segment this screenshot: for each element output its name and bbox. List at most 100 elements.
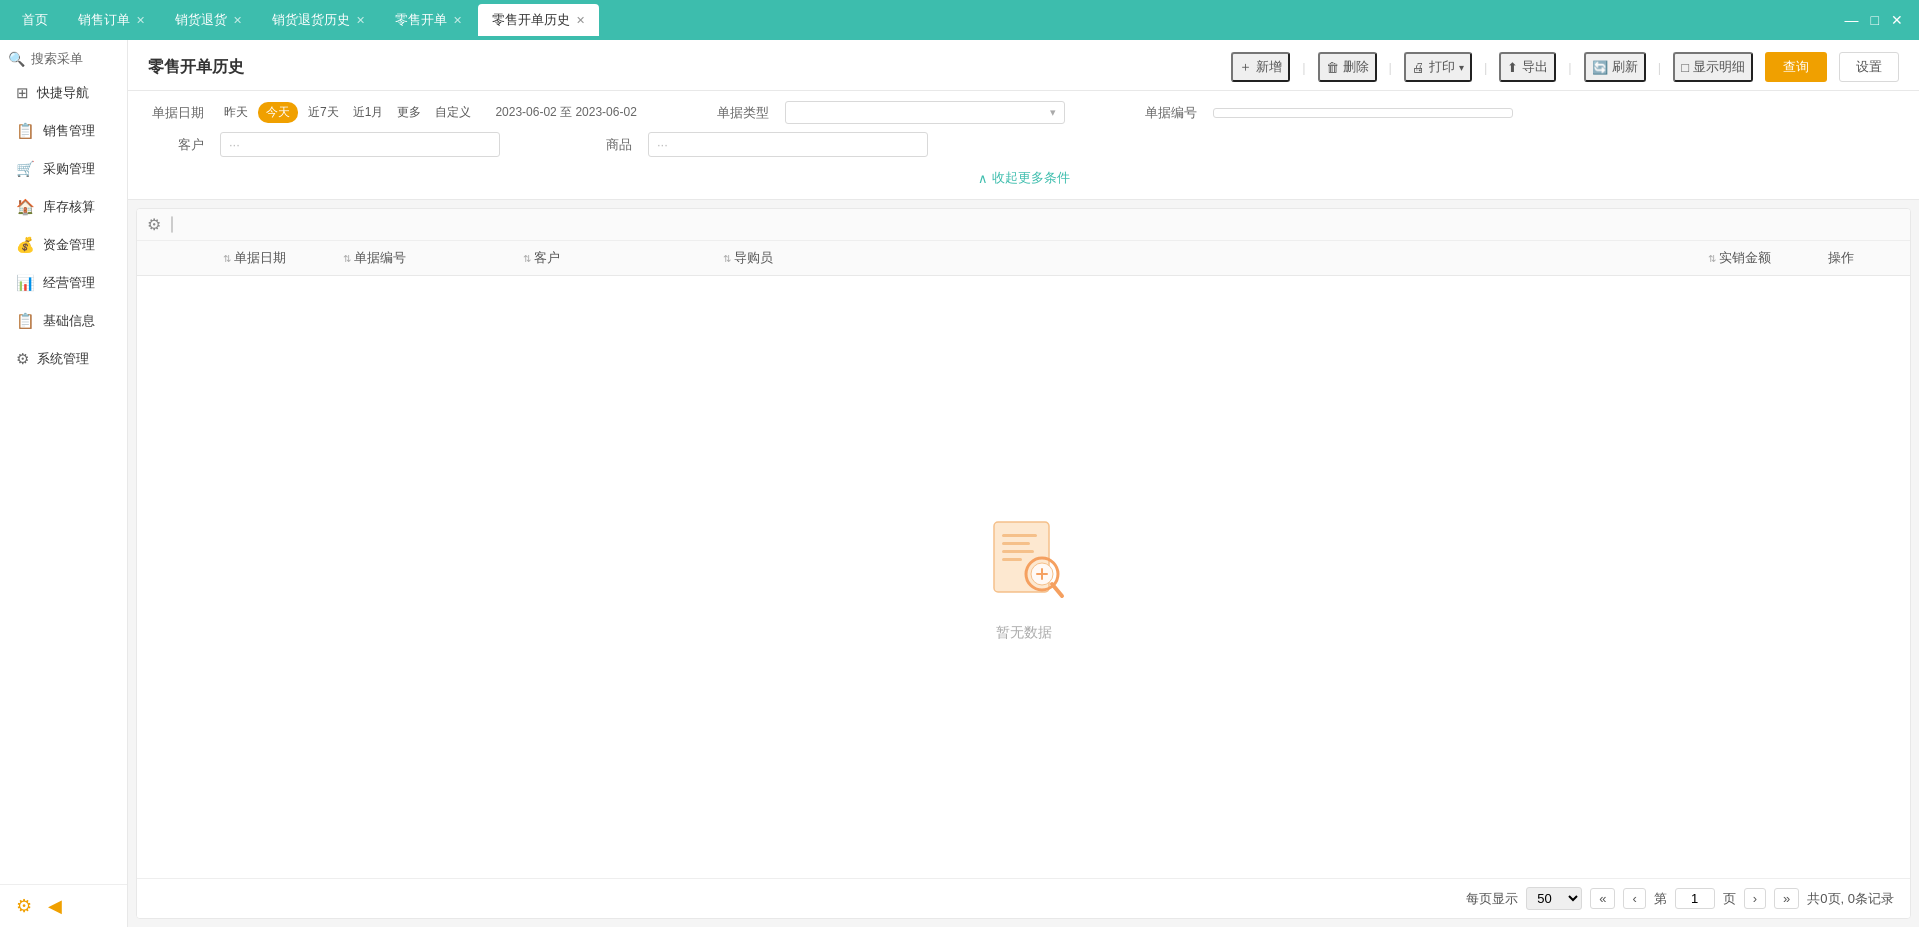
finance-icon: 💰: [16, 236, 35, 254]
first-page-btn[interactable]: «: [1590, 888, 1615, 909]
svg-rect-3: [1002, 550, 1034, 553]
purchase-mgmt-icon: 🛒: [16, 160, 35, 178]
refresh-label: 刷新: [1612, 58, 1638, 76]
sidebar-item-quick-nav[interactable]: ⊞ 快捷导航: [0, 74, 127, 112]
display-detail-button[interactable]: □ 显示明细: [1673, 52, 1753, 82]
tab-sales-return[interactable]: 销货退货 ✕: [161, 4, 256, 36]
sidebar-search-label: 搜索采单: [31, 50, 83, 68]
filter-row-1: 单据日期 昨天 今天 近7天 近1月 更多 自定义 2023-06-02 至 2…: [148, 101, 1899, 124]
empty-state: 暂无数据: [137, 276, 1910, 878]
date-opt-today[interactable]: 今天: [258, 102, 298, 123]
tab-retail-history[interactable]: 零售开单历史 ✕: [478, 4, 599, 36]
refresh-button[interactable]: 🔄 刷新: [1584, 52, 1646, 82]
empty-illustration: [974, 512, 1074, 612]
date-options: 昨天 今天 近7天 近1月 更多 自定义: [220, 102, 475, 123]
prev-page-btn[interactable]: ‹: [1623, 888, 1645, 909]
filter-row-2: 客户 ··· 商品 ···: [148, 132, 1899, 157]
th-spacer: [837, 241, 1702, 275]
sidebar: 🔍 搜索采单 ⊞ 快捷导航 📋 销售管理 🛒 采购管理 🏠 库存核算 💰 资金管…: [0, 40, 128, 927]
th-action: 操作: [1822, 241, 1902, 275]
search-icon: 🔍: [8, 51, 25, 67]
sidebar-item-purchase-mgmt[interactable]: 🛒 采购管理: [0, 150, 127, 188]
query-button[interactable]: 查询: [1765, 52, 1827, 82]
svg-rect-4: [1002, 558, 1022, 561]
filter-area: 单据日期 昨天 今天 近7天 近1月 更多 自定义 2023-06-02 至 2…: [128, 91, 1919, 200]
top-nav-bar: 首页 销售订单 ✕ 销货退货 ✕ 销货退货历史 ✕ 零售开单 ✕ 零售开单历史 …: [0, 0, 1919, 40]
th-date[interactable]: ⇅ 单据日期: [217, 241, 337, 275]
sales-mgmt-icon: 📋: [16, 122, 35, 140]
export-label: 导出: [1522, 58, 1548, 76]
toolbar-checkbox[interactable]: [171, 217, 173, 232]
tab-sales-return-close[interactable]: ✕: [233, 14, 242, 27]
divider1: |: [1302, 60, 1305, 75]
sidebar-search[interactable]: 🔍 搜索采单: [0, 40, 127, 74]
doctype-dropdown-icon: ▾: [1050, 106, 1056, 119]
print-dropdown-icon: ▾: [1459, 62, 1464, 73]
add-button[interactable]: ＋ 新增: [1231, 52, 1290, 82]
goods-placeholder: ···: [657, 137, 668, 152]
th-customer[interactable]: ⇅ 客户: [517, 241, 717, 275]
date-opt-last7[interactable]: 近7天: [304, 102, 343, 123]
date-opt-more[interactable]: 更多: [393, 102, 425, 123]
sidebar-item-inventory-label: 库存核算: [43, 198, 95, 216]
th-salesperson[interactable]: ⇅ 导购员: [717, 241, 837, 275]
tab-retail-open[interactable]: 零售开单 ✕: [381, 4, 476, 36]
docno-input[interactable]: [1213, 108, 1513, 118]
doctype-select[interactable]: ▾: [785, 101, 1065, 124]
nav-tabs: 首页 销售订单 ✕ 销货退货 ✕ 销货退货历史 ✕ 零售开单 ✕ 零售开单历史 …: [8, 4, 1845, 36]
sidebar-item-finance-label: 资金管理: [43, 236, 95, 254]
collapse-btn[interactable]: ∧ 收起更多条件: [148, 165, 1899, 195]
page-size-label: 每页显示: [1466, 890, 1518, 908]
th-no[interactable]: ⇅ 单据编号: [337, 241, 517, 275]
sidebar-item-basic-info-label: 基础信息: [43, 312, 95, 330]
customer-placeholder: ···: [229, 137, 240, 152]
sidebar-item-inventory[interactable]: 🏠 库存核算: [0, 188, 127, 226]
export-button[interactable]: ⬆ 导出: [1499, 52, 1556, 82]
close-btn[interactable]: ✕: [1891, 12, 1903, 28]
date-opt-yesterday[interactable]: 昨天: [220, 102, 252, 123]
tab-sales-return-history-close[interactable]: ✕: [356, 14, 365, 27]
sidebar-item-quick-nav-label: 快捷导航: [37, 84, 89, 102]
sidebar-item-operations-label: 经营管理: [43, 274, 95, 292]
date-opt-last1month[interactable]: 近1月: [349, 102, 388, 123]
display-label: 显示明细: [1693, 58, 1745, 76]
tab-sales-order[interactable]: 销售订单 ✕: [64, 4, 159, 36]
sidebar-item-sales-mgmt[interactable]: 📋 销售管理: [0, 112, 127, 150]
print-button[interactable]: 🖨 打印 ▾: [1404, 52, 1472, 82]
sys-mgmt-icon: ⚙: [16, 350, 29, 368]
page-size-select[interactable]: 50 20 100: [1526, 887, 1582, 910]
sidebar-collapse-icon[interactable]: ◀: [48, 895, 62, 917]
divider4: |: [1568, 60, 1571, 75]
minimize-btn[interactable]: —: [1845, 12, 1859, 28]
goods-input[interactable]: ···: [648, 132, 928, 157]
setting-button[interactable]: 设置: [1839, 52, 1899, 82]
sidebar-item-operations[interactable]: 📊 经营管理: [0, 264, 127, 302]
tab-sales-order-close[interactable]: ✕: [136, 14, 145, 27]
svg-line-7: [1052, 584, 1062, 596]
tab-sales-return-history[interactable]: 销货退货历史 ✕: [258, 4, 379, 36]
sidebar-item-finance[interactable]: 💰 资金管理: [0, 226, 127, 264]
tab-retail-open-close[interactable]: ✕: [453, 14, 462, 27]
divider5: |: [1658, 60, 1661, 75]
th-date-sort-icon: ⇅: [223, 253, 231, 264]
customer-input[interactable]: ···: [220, 132, 500, 157]
tab-home[interactable]: 首页: [8, 4, 62, 36]
date-opt-custom[interactable]: 自定义: [431, 102, 475, 123]
sidebar-item-sys-mgmt[interactable]: ⚙ 系统管理: [0, 340, 127, 378]
tab-retail-history-label: 零售开单历史: [492, 11, 570, 29]
sidebar-item-basic-info[interactable]: 📋 基础信息: [0, 302, 127, 340]
sidebar-bottom: ⚙ ◀: [0, 884, 127, 927]
next-page-btn[interactable]: ›: [1744, 888, 1766, 909]
collapse-label: 收起更多条件: [992, 169, 1070, 187]
maximize-btn[interactable]: □: [1871, 12, 1879, 28]
svg-rect-1: [1002, 534, 1037, 537]
tab-retail-open-label: 零售开单: [395, 11, 447, 29]
delete-button[interactable]: 🗑 删除: [1318, 52, 1377, 82]
tab-retail-history-close[interactable]: ✕: [576, 14, 585, 27]
refresh-icon: 🔄: [1592, 60, 1608, 75]
page-number-input[interactable]: [1675, 888, 1715, 909]
table-settings-icon[interactable]: ⚙: [147, 215, 161, 234]
th-amount[interactable]: ⇅ 实销金额: [1702, 241, 1822, 275]
settings-gear-icon[interactable]: ⚙: [16, 895, 32, 917]
last-page-btn[interactable]: »: [1774, 888, 1799, 909]
